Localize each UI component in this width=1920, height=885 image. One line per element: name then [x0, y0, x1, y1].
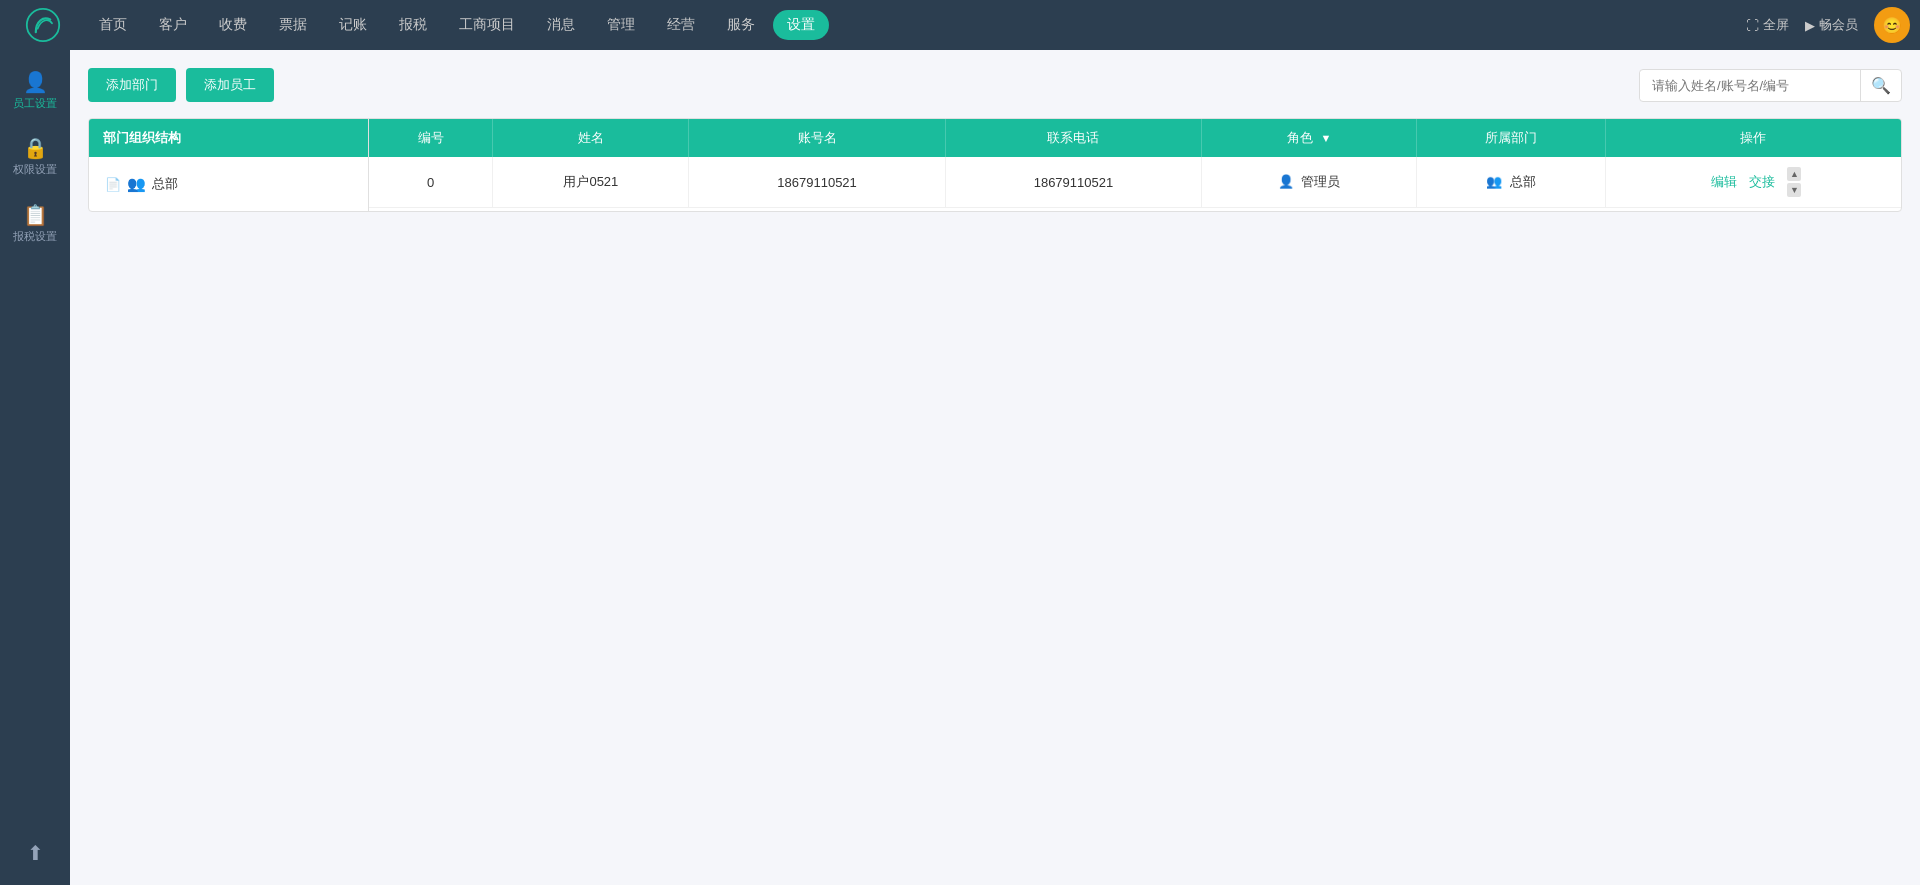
- sidebar: 👤 员工设置 🔒 权限设置 📋 报税设置 ⬆: [0, 50, 70, 885]
- scroll-up-btn[interactable]: ▲: [1787, 167, 1801, 181]
- handover-link[interactable]: 交接: [1749, 173, 1775, 191]
- nav-item-客户[interactable]: 客户: [145, 10, 201, 40]
- sidebar-item-employee-settings[interactable]: 👤 员工设置: [0, 60, 70, 122]
- nav-item-首页[interactable]: 首页: [85, 10, 141, 40]
- nav-item-服务[interactable]: 服务: [713, 10, 769, 40]
- nav-item-记账[interactable]: 记账: [325, 10, 381, 40]
- fullscreen-label: 全屏: [1763, 16, 1789, 34]
- file-icon: 📄: [105, 177, 121, 192]
- nav-item-票据[interactable]: 票据: [265, 10, 321, 40]
- sidebar-bottom: ⬆: [0, 831, 70, 885]
- col-header-phone: 联系电话: [945, 119, 1201, 157]
- svg-point-0: [26, 9, 58, 41]
- nav-item-消息[interactable]: 消息: [533, 10, 589, 40]
- tree-item-root[interactable]: 📄 👥 总部: [99, 167, 358, 201]
- col-header-role: 角色 ▼: [1202, 119, 1417, 157]
- sidebar-item-permission-settings[interactable]: 🔒 权限设置: [0, 126, 70, 188]
- role-filter-icon[interactable]: ▼: [1320, 132, 1331, 144]
- content-area: 添加部门 添加员工 🔍 部门组织结构 📄 👥 总部: [70, 50, 1920, 885]
- search-area: 🔍: [1639, 69, 1902, 102]
- employee-table: 编号 姓名 账号名 联系电话 角色 ▼ 所属部门 操作: [369, 119, 1901, 208]
- scroll-buttons: ▲ ▼: [1787, 167, 1801, 197]
- col-header-name: 姓名: [493, 119, 689, 157]
- lock-icon: 🔒: [23, 138, 48, 158]
- cell-account: 18679110521: [689, 157, 945, 208]
- search-input[interactable]: [1640, 72, 1860, 99]
- sidebar-label-permission: 权限设置: [13, 162, 57, 176]
- table-body: 0 用户0521 18679110521 18679110521 👤 管理员 👥…: [369, 157, 1901, 208]
- nav-item-工商项目[interactable]: 工商项目: [445, 10, 529, 40]
- table-row: 0 用户0521 18679110521 18679110521 👤 管理员 👥…: [369, 157, 1901, 208]
- upload-icon: ⬆: [27, 843, 44, 863]
- nav-item-管理[interactable]: 管理: [593, 10, 649, 40]
- cell-phone: 18679110521: [945, 157, 1201, 208]
- main-nav-menu: 首页客户收费票据记账报税工商项目消息管理经营服务设置: [85, 10, 1746, 40]
- sidebar-upload-button[interactable]: ⬆: [0, 831, 70, 875]
- search-button[interactable]: 🔍: [1860, 70, 1901, 101]
- scroll-down-btn[interactable]: ▼: [1787, 183, 1801, 197]
- nav-item-收费[interactable]: 收费: [205, 10, 261, 40]
- nav-item-经营[interactable]: 经营: [653, 10, 709, 40]
- logo-area: [10, 7, 75, 43]
- vip-button[interactable]: ▶ 畅会员: [1805, 16, 1858, 34]
- nav-item-报税[interactable]: 报税: [385, 10, 441, 40]
- vip-icon: ▶: [1805, 18, 1815, 33]
- vip-label: 畅会员: [1819, 16, 1858, 34]
- edit-link[interactable]: 编辑: [1711, 173, 1737, 191]
- sidebar-item-tax-settings[interactable]: 📋 报税设置: [0, 193, 70, 255]
- operations-container: 编辑 交接 ▲ ▼: [1618, 167, 1889, 197]
- role-value: 管理员: [1301, 174, 1340, 189]
- top-navigation: 首页客户收费票据记账报税工商项目消息管理经营服务设置 ⛶ 全屏 ▶ 畅会员 😊: [0, 0, 1920, 50]
- col-header-actions: 操作: [1605, 119, 1901, 157]
- fullscreen-icon: ⛶: [1746, 18, 1759, 33]
- tree-body: 📄 👥 总部: [89, 157, 368, 211]
- cell-dept: 👥 总部: [1417, 157, 1606, 208]
- tree-item-label: 总部: [152, 175, 178, 193]
- dept-user-icon: 👥: [1486, 174, 1502, 189]
- table-header: 编号 姓名 账号名 联系电话 角色 ▼ 所属部门 操作: [369, 119, 1901, 157]
- col-header-account: 账号名: [689, 119, 945, 157]
- col-header-id: 编号: [369, 119, 493, 157]
- main-panel: 部门组织结构 📄 👥 总部 编号 姓名 账号名: [88, 118, 1902, 212]
- table-panel: 编号 姓名 账号名 联系电话 角色 ▼ 所属部门 操作: [369, 119, 1901, 211]
- add-dept-button[interactable]: 添加部门: [88, 68, 176, 102]
- col-header-dept: 所属部门: [1417, 119, 1606, 157]
- tax-icon: 📋: [23, 205, 48, 225]
- cell-id: 0: [369, 157, 493, 208]
- cell-name: 用户0521: [493, 157, 689, 208]
- sidebar-label-employee: 员工设置: [13, 96, 57, 110]
- tree-header: 部门组织结构: [89, 119, 368, 157]
- employee-icon: 👤: [23, 72, 48, 92]
- user-avatar[interactable]: 😊: [1874, 7, 1910, 43]
- main-layout: 👤 员工设置 🔒 权限设置 📋 报税设置 ⬆ 添加部门 添加员工 🔍: [0, 50, 1920, 885]
- nav-right-area: ⛶ 全屏 ▶ 畅会员 😊: [1746, 7, 1910, 43]
- nav-item-设置[interactable]: 设置: [773, 10, 829, 40]
- dept-value: 总部: [1510, 174, 1536, 189]
- tree-panel: 部门组织结构 📄 👥 总部: [89, 119, 369, 211]
- sidebar-label-tax: 报税设置: [13, 229, 57, 243]
- cell-role: 👤 管理员: [1202, 157, 1417, 208]
- dept-user-icon: 👥: [127, 175, 146, 193]
- fullscreen-button[interactable]: ⛶ 全屏: [1746, 16, 1789, 34]
- add-staff-button[interactable]: 添加员工: [186, 68, 274, 102]
- toolbar: 添加部门 添加员工 🔍: [88, 68, 1902, 102]
- cell-operations: 编辑 交接 ▲ ▼: [1605, 157, 1901, 208]
- role-user-icon: 👤: [1278, 174, 1294, 189]
